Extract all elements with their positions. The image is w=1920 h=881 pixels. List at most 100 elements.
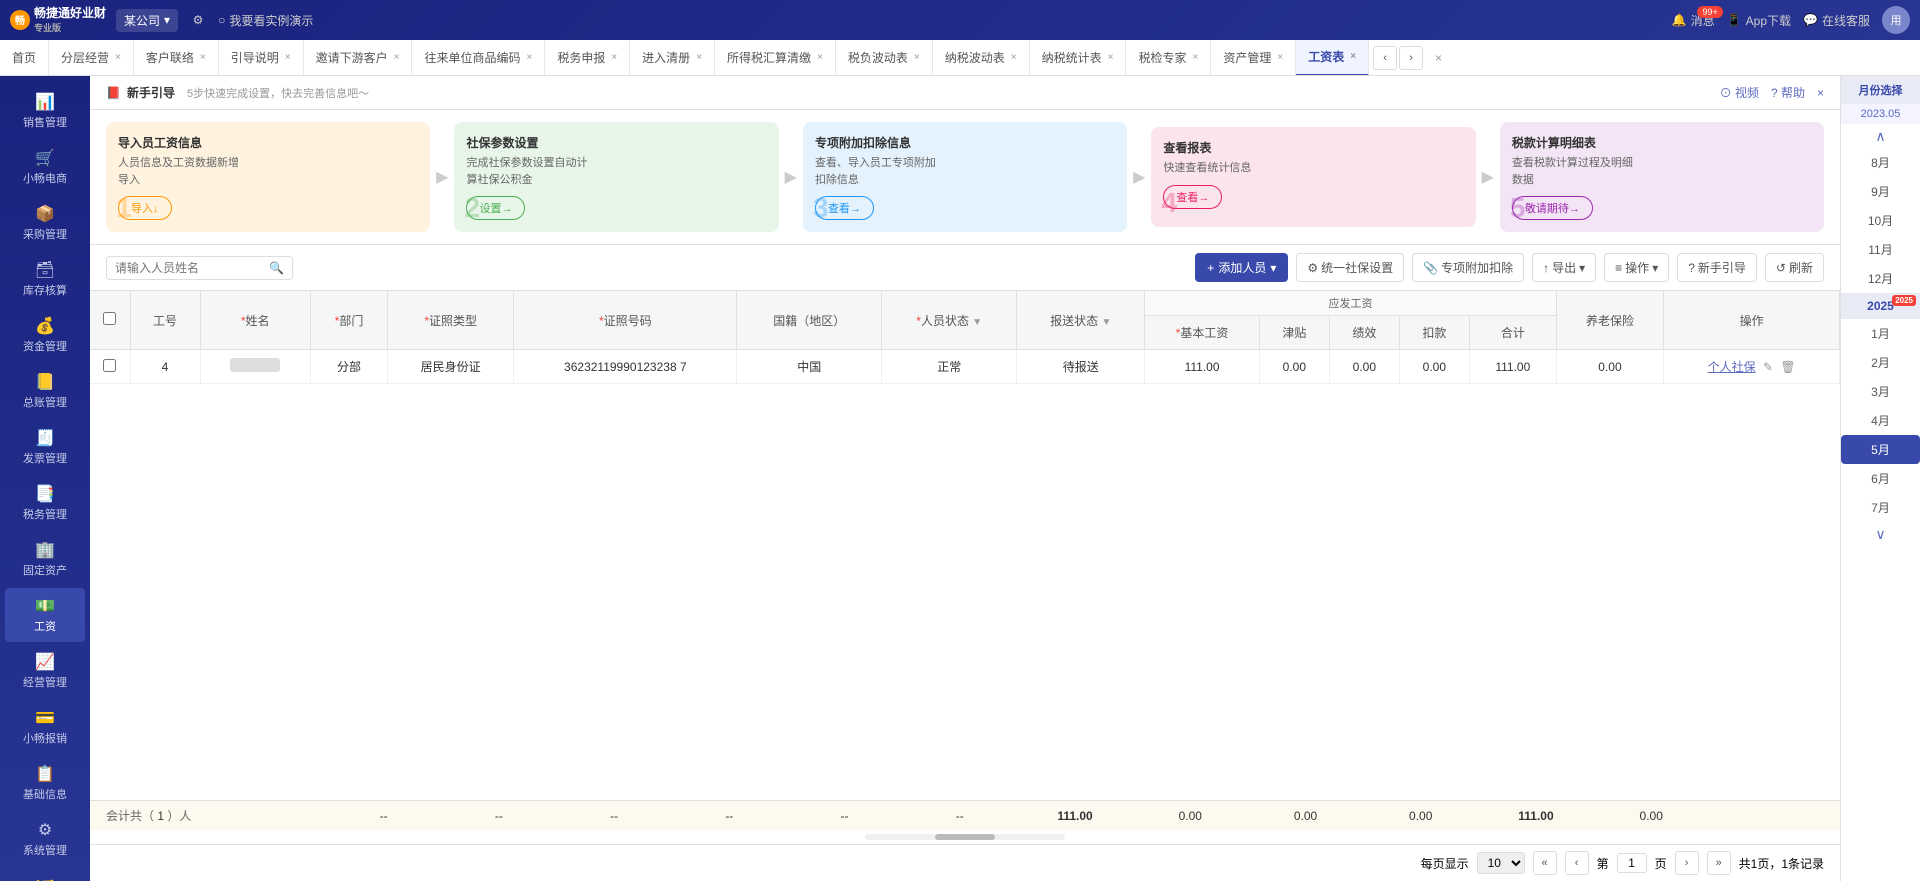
tab-close-12[interactable]: × [1277, 52, 1283, 63]
tab-0[interactable]: 分层经营× [49, 40, 134, 76]
sidebar-item-collab[interactable]: 🤝 企业协同 [5, 868, 85, 881]
prev-page-btn[interactable]: ‹ [1565, 851, 1589, 875]
tab-close-2[interactable]: × [285, 52, 291, 63]
month-12[interactable]: 12月 [1841, 264, 1920, 293]
tab-close-10[interactable]: × [1108, 52, 1114, 63]
sidebar-item-sales[interactable]: 📊 销售管理 [5, 84, 85, 138]
tab-home[interactable]: 首页 [0, 40, 49, 76]
scrollbar-thumb[interactable] [935, 834, 995, 840]
last-page-btn[interactable]: » [1707, 851, 1731, 875]
month-5[interactable]: 5月 [1841, 435, 1920, 464]
report-filter-icon[interactable]: ▼ [1102, 317, 1112, 328]
sidebar-item-basic[interactable]: 📋 基础信息 [5, 756, 85, 810]
row-check-1[interactable] [103, 359, 116, 372]
sidebar-item-tax[interactable]: 📑 税务管理 [5, 476, 85, 530]
search-input[interactable] [115, 261, 265, 275]
month-2[interactable]: 2月 [1841, 348, 1920, 377]
tabs-prev-arrow[interactable]: ‹ [1373, 46, 1397, 70]
sidebar-item-inventory[interactable]: 🗃 库存核算 [5, 252, 85, 306]
tab-13[interactable]: 工资表× [1296, 40, 1369, 76]
tab-close-6[interactable]: × [696, 52, 702, 63]
month-7[interactable]: 7月 [1841, 493, 1920, 522]
month-9[interactable]: 9月 [1841, 177, 1920, 206]
topbar-right: 🔔 消息 99+ 📱 App下载 💬 在线客服 用 [1672, 6, 1910, 34]
op-delete-icon[interactable]: 🗑 [1780, 360, 1795, 374]
month-1[interactable]: 1月 [1841, 319, 1920, 348]
export-button[interactable]: ↑ 导出 ▾ [1532, 253, 1596, 282]
month-3[interactable]: 3月 [1841, 377, 1920, 406]
settings-icon[interactable]: ⚙ [186, 8, 210, 32]
tab-5[interactable]: 税务申报× [545, 40, 630, 76]
tab-11[interactable]: 税检专家× [1126, 40, 1211, 76]
first-page-btn[interactable]: « [1533, 851, 1557, 875]
tab-close-1[interactable]: × [200, 52, 206, 63]
tab-close-4[interactable]: × [526, 52, 532, 63]
op-edit-icon[interactable]: ✎ [1763, 360, 1773, 374]
month-10[interactable]: 10月 [1841, 206, 1920, 235]
tab-2[interactable]: 引导说明× [219, 40, 304, 76]
operations-button[interactable]: ≡ 操作 ▾ [1604, 253, 1669, 282]
month-down-btn[interactable]: ∨ [1871, 524, 1891, 544]
tab-close-9[interactable]: × [1011, 52, 1017, 63]
demo-link[interactable]: ○ 我要看实例演示 [218, 12, 313, 29]
tab-close-8[interactable]: × [914, 52, 920, 63]
sidebar-item-invoice[interactable]: 🧾 发票管理 [5, 420, 85, 474]
step1-desc: 人员信息及工资数据新增导入 [118, 155, 418, 188]
sidebar-item-ecommerce[interactable]: 🛒 小畅电商 [5, 140, 85, 194]
tab-close-11[interactable]: × [1192, 52, 1198, 63]
month-6[interactable]: 6月 [1841, 464, 1920, 493]
cell-dept: 分部 [310, 350, 387, 384]
sidebar-item-system[interactable]: ⚙ 系统管理 [5, 812, 85, 866]
sidebar-item-salary[interactable]: 💵 工资 [5, 588, 85, 642]
month-8[interactable]: 8月 [1841, 148, 1920, 177]
sidebar-item-expense[interactable]: 💳 小畅报销 [5, 700, 85, 754]
guide-video-link[interactable]: ⊙ 视频 [1720, 84, 1759, 101]
status-filter-icon[interactable]: ▼ [972, 317, 982, 328]
guide-button[interactable]: ? 新手引导 [1677, 253, 1757, 282]
user-avatar[interactable]: 用 [1882, 6, 1910, 34]
add-staff-button[interactable]: + 添加人员 ▾ [1195, 253, 1288, 282]
tabs-next-arrow[interactable]: › [1399, 46, 1423, 70]
company-selector[interactable]: 某公司 ▾ [116, 9, 178, 32]
tab-10[interactable]: 纳税统计表× [1030, 40, 1127, 76]
page-number-input[interactable] [1617, 853, 1647, 873]
special-deduction-button[interactable]: 📎 专项附加扣除 [1412, 253, 1524, 282]
month-11[interactable]: 11月 [1841, 235, 1920, 264]
demo-label: 我要看实例演示 [229, 12, 313, 29]
tab-close-5[interactable]: × [611, 52, 617, 63]
sidebar-item-operation[interactable]: 📈 经营管理 [5, 644, 85, 698]
scrollbar-track[interactable] [865, 834, 1065, 840]
tab-close-13[interactable]: × [1350, 51, 1356, 62]
tab-close-0[interactable]: × [115, 52, 121, 63]
sidebar-item-finance[interactable]: 💰 资金管理 [5, 308, 85, 362]
sidebar-item-assets[interactable]: 🏢 固定资产 [5, 532, 85, 586]
tab-close-3[interactable]: × [394, 52, 400, 63]
unified-settings-button[interactable]: ⚙ 统一社保设置 [1296, 253, 1404, 282]
guide-close-icon[interactable]: × [1817, 86, 1824, 100]
tab-3[interactable]: 邀请下游客户× [304, 40, 413, 76]
month-up-btn[interactable]: ∧ [1871, 126, 1891, 146]
tab-6[interactable]: 进入清册× [630, 40, 715, 76]
op-personal-insurance[interactable]: 个人社保 [1708, 360, 1756, 374]
search-icon[interactable]: 🔍 [269, 261, 284, 275]
tab-9[interactable]: 纳税波动表× [933, 40, 1030, 76]
next-page-btn[interactable]: › [1675, 851, 1699, 875]
message-button[interactable]: 🔔 消息 99+ [1672, 12, 1715, 29]
tab-12[interactable]: 资产管理× [1211, 40, 1296, 76]
sidebar-item-ledger[interactable]: 📒 总账管理 [5, 364, 85, 418]
tab-8[interactable]: 税负波动表× [836, 40, 933, 76]
guide-help-link[interactable]: ? 帮助 [1771, 84, 1805, 101]
page-suffix: 页 [1655, 855, 1667, 872]
tab-1[interactable]: 客户联络× [134, 40, 219, 76]
sidebar-item-purchase[interactable]: 📦 采购管理 [5, 196, 85, 250]
select-all-checkbox[interactable] [103, 312, 116, 325]
tab-4[interactable]: 往来单位商品编码× [412, 40, 545, 76]
close-all-tabs[interactable]: × [1427, 51, 1450, 65]
tab-close-7[interactable]: × [817, 52, 823, 63]
tab-7[interactable]: 所得税汇算清缴× [715, 40, 836, 76]
refresh-button[interactable]: ↺ 刷新 [1765, 253, 1824, 282]
online-service-button[interactable]: 💬 在线客服 [1803, 12, 1870, 29]
month-4[interactable]: 4月 [1841, 406, 1920, 435]
per-page-select[interactable]: 10 20 50 [1477, 852, 1525, 874]
app-download-button[interactable]: 📱 App下载 [1727, 12, 1791, 29]
